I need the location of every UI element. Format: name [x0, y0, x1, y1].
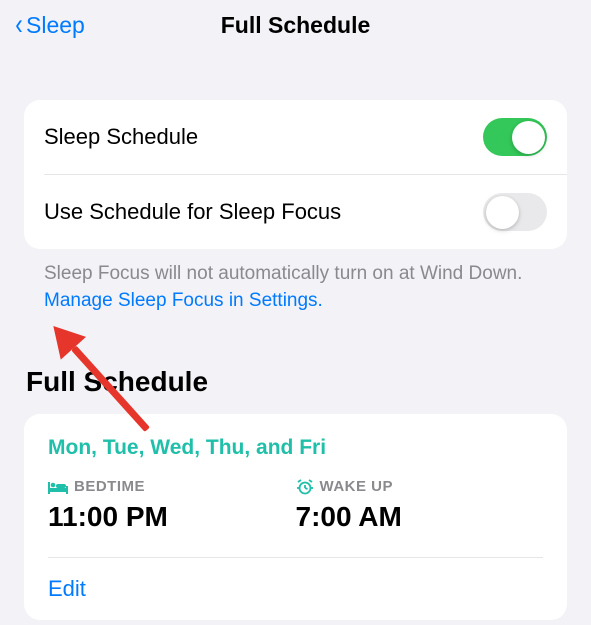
edit-button[interactable]: Edit: [48, 558, 543, 620]
footer-description: Sleep Focus will not automatically turn …: [44, 263, 522, 284]
bedtime-column: BEDTIME 11:00 PM: [48, 478, 296, 533]
sleep-schedule-label: Sleep Schedule: [44, 124, 198, 150]
wakeup-column: WAKE UP 7:00 AM: [296, 478, 544, 533]
bedtime-value: 11:00 PM: [48, 501, 296, 533]
back-button[interactable]: ‹ Sleep: [14, 10, 85, 40]
use-focus-toggle[interactable]: [483, 193, 547, 231]
chevron-left-icon: ‹: [15, 10, 23, 40]
bedtime-label-text: BEDTIME: [74, 478, 145, 495]
settings-card: Sleep Schedule Use Schedule for Sleep Fo…: [24, 100, 567, 249]
back-label: Sleep: [26, 12, 85, 39]
page-title: Full Schedule: [221, 12, 371, 39]
schedule-days: Mon, Tue, Wed, Thu, and Fri: [48, 436, 543, 460]
wakeup-label-text: WAKE UP: [320, 478, 394, 495]
footer-text: Sleep Focus will not automatically turn …: [24, 249, 567, 314]
use-focus-label: Use Schedule for Sleep Focus: [44, 199, 341, 225]
bedtime-label: BEDTIME: [48, 478, 296, 495]
schedule-card[interactable]: Mon, Tue, Wed, Thu, and Fri BEDTIME: [24, 414, 567, 620]
wakeup-value: 7:00 AM: [296, 501, 544, 533]
nav-bar: ‹ Sleep Full Schedule: [0, 0, 591, 50]
toggle-knob: [486, 196, 519, 229]
use-focus-row: Use Schedule for Sleep Focus: [24, 175, 567, 249]
section-title: Full Schedule: [24, 366, 567, 398]
sleep-schedule-row: Sleep Schedule: [24, 100, 567, 174]
bed-icon: [48, 480, 68, 494]
sleep-schedule-toggle[interactable]: [483, 118, 547, 156]
time-row: BEDTIME 11:00 PM: [48, 478, 543, 533]
alarm-clock-icon: [296, 479, 314, 495]
wakeup-label: WAKE UP: [296, 478, 544, 495]
manage-focus-link[interactable]: Manage Sleep Focus in Settings.: [44, 290, 323, 311]
toggle-knob: [512, 121, 545, 154]
